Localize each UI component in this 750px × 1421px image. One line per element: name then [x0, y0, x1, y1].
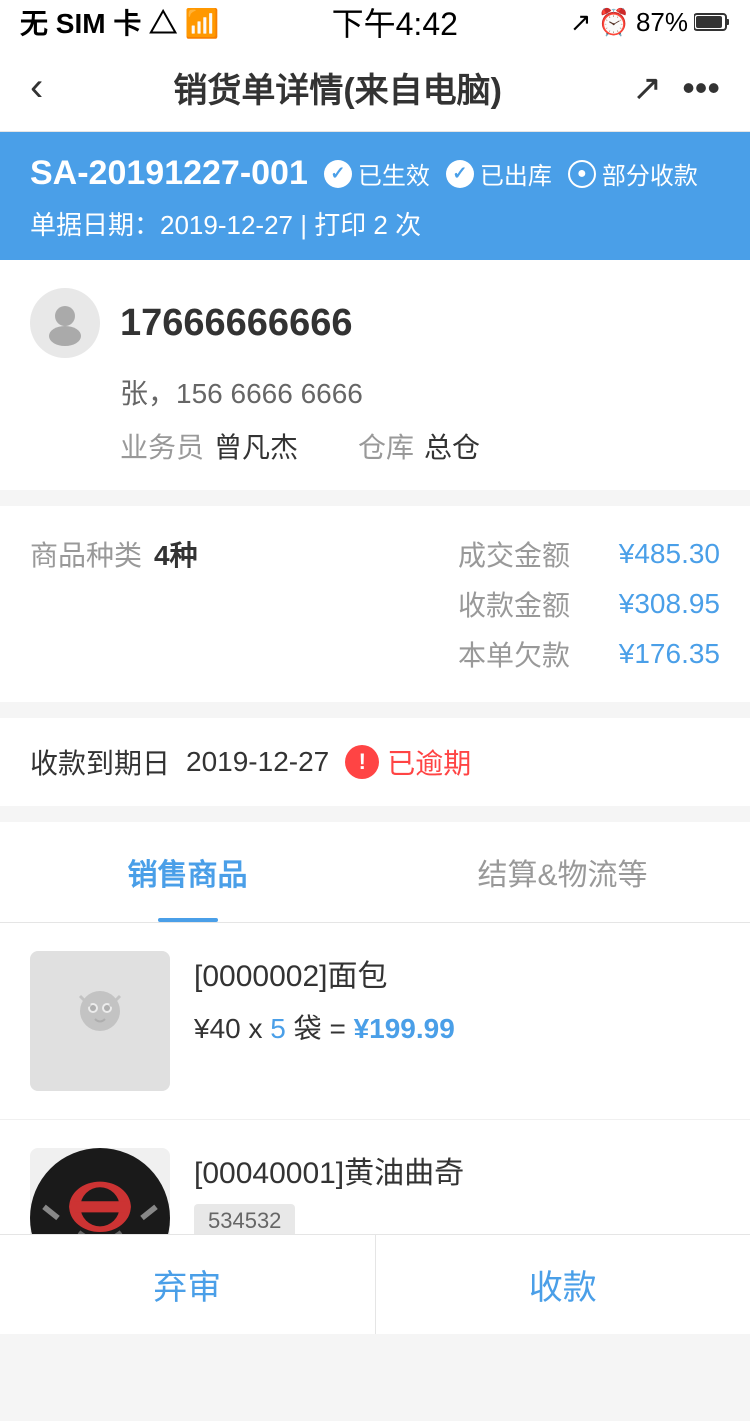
warehouse-label: 仓库 [358, 426, 414, 466]
due-label: 收款到期日 [30, 742, 170, 782]
payment-button[interactable]: 收款 [376, 1235, 750, 1334]
product-name-2: [00040001]黄油曲奇 [194, 1148, 720, 1192]
order-sub-info: 单据日期：2019-12-27 | 打印 2 次 [30, 205, 720, 242]
customer-contact: 张，156 6666 6666 [30, 372, 720, 412]
battery-percent: 87% [636, 7, 688, 38]
status-battery: ↗ ⏰ 87% [570, 7, 730, 38]
page-title: 销货单详情(来自电脑) [173, 63, 502, 112]
due-section: 收款到期日 2019-12-27 ! 已逾期 [0, 718, 750, 806]
sales-value: 曾凡杰 [214, 426, 298, 466]
check-icon-2: ✓ [446, 160, 474, 188]
order-id: SA-20191227-001 [30, 154, 308, 193]
order-header: SA-20191227-001 ✓ 已生效 ✓ 已出库 ● 部分收款 单据日期：… [0, 132, 750, 260]
customer-phone: 17666666666 [120, 302, 352, 345]
product-info-1: [0000002]面包 ¥40 x 5 袋 = ¥199.99 [194, 951, 720, 1047]
customer-meta: 业务员 曾凡杰 仓库 总仓 [30, 426, 720, 466]
badge-active: ✓ 已生效 [324, 156, 430, 191]
type-value: 4种 [154, 534, 198, 574]
product-qty-1: 5 [270, 1013, 286, 1044]
check-icon-1: ✓ [324, 160, 352, 188]
type-label: 商品种类 [30, 534, 142, 574]
overdue-badge: ! 已逾期 [345, 742, 471, 782]
received-label: 收款金额 [458, 584, 570, 624]
tab-settlement[interactable]: 结算&物流等 [375, 822, 750, 922]
status-network: 无 SIM 卡 △ 📶 [20, 2, 220, 42]
nav-actions: ↗︎ ••• [632, 67, 720, 109]
avatar [30, 288, 100, 358]
received-value: ¥308.95 [590, 588, 720, 620]
debt-label: 本单欠款 [458, 634, 570, 674]
status-time: 下午4:42 [332, 0, 458, 45]
status-bar: 无 SIM 卡 △ 📶 下午4:42 ↗ ⏰ 87% [0, 0, 750, 44]
overdue-icon: ! [345, 745, 379, 779]
overdue-text: 已逾期 [387, 742, 471, 782]
amount-label: 成交金额 [458, 534, 570, 574]
alarm-icon: ⏰ [598, 7, 630, 38]
product-item: [0000002]面包 ¥40 x 5 袋 = ¥199.99 [0, 923, 750, 1120]
product-total-1: ¥199.99 [354, 1013, 455, 1044]
debt-value: ¥176.35 [590, 638, 720, 670]
product-tag-2: 534532 [194, 1204, 295, 1238]
tab-products[interactable]: 销售商品 [0, 822, 375, 922]
warehouse-value: 总仓 [424, 426, 480, 466]
location-icon: ↗ [570, 7, 592, 38]
nav-bar: ‹ 销货单详情(来自电脑) ↗︎ ••• [0, 44, 750, 132]
product-price-1: ¥40 x 5 袋 = ¥199.99 [194, 1007, 720, 1047]
back-button[interactable]: ‹ [30, 65, 43, 110]
badge-shipped: ✓ 已出库 [446, 156, 552, 191]
battery-icon [694, 12, 730, 32]
cancel-audit-button[interactable]: 弃审 [0, 1235, 376, 1334]
share-icon[interactable]: ↗︎ [632, 67, 662, 109]
customer-section: 17666666666 张，156 6666 6666 业务员 曾凡杰 仓库 总… [0, 260, 750, 490]
amount-value: ¥485.30 [590, 538, 720, 570]
summary-amounts: 成交金额 ¥485.30 收款金额 ¥308.95 本单欠款 ¥176.35 [458, 534, 720, 674]
tabs-header: 销售商品 结算&物流等 [0, 822, 750, 923]
sales-label: 业务员 [120, 426, 204, 466]
product-name-1: [0000002]面包 [194, 951, 720, 995]
clock-icon: ● [568, 160, 596, 188]
badge-partial: ● 部分收款 [568, 156, 698, 191]
product-thumbnail-1 [30, 951, 170, 1091]
due-date: 2019-12-27 [186, 746, 329, 778]
more-icon[interactable]: ••• [682, 67, 720, 109]
summary-section: 商品种类 4种 成交金额 ¥485.30 收款金额 ¥308.95 本单欠款 ¥… [0, 506, 750, 702]
bottom-bar: 弃审 收款 [0, 1234, 750, 1334]
